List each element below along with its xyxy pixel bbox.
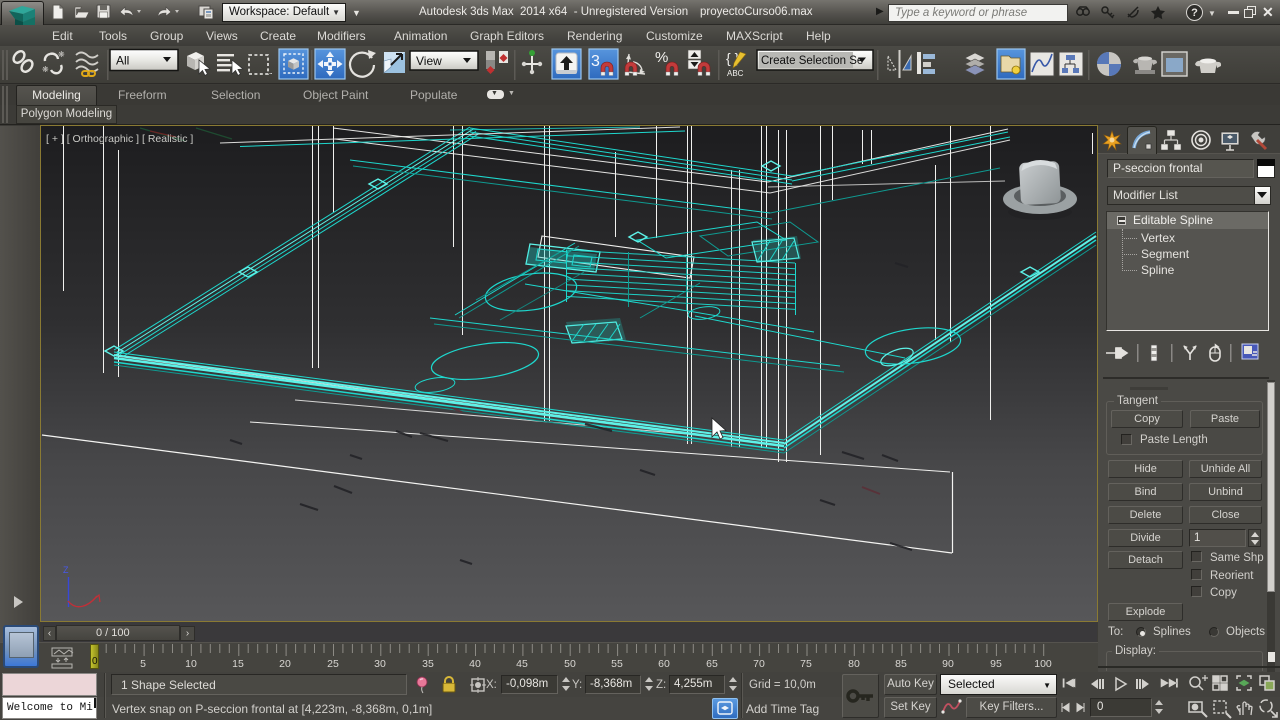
svg-text:60: 60 [658, 658, 670, 670]
svg-text:View: View [416, 54, 442, 68]
svg-text:55: 55 [611, 658, 623, 670]
svg-text:40: 40 [469, 658, 481, 670]
svg-text:65: 65 [706, 658, 718, 670]
svg-text:50: 50 [564, 658, 576, 670]
svg-text:70: 70 [753, 658, 765, 670]
svg-text:80: 80 [848, 658, 860, 670]
svg-text:90: 90 [942, 658, 954, 670]
svg-text:All: All [116, 54, 129, 68]
svg-text:15: 15 [232, 658, 244, 670]
svg-text:30: 30 [374, 658, 386, 670]
svg-text:85: 85 [895, 658, 907, 670]
svg-text:❋: ❋ [42, 65, 49, 74]
svg-text:3: 3 [591, 53, 600, 70]
svg-text:[ + ] [ Orthographic ] [ Reali: [ + ] [ Orthographic ] [ Realistic ] [46, 133, 193, 145]
svg-text:%: % [655, 49, 668, 66]
svg-text:ABC: ABC [727, 69, 744, 78]
svg-text:❋: ❋ [58, 50, 65, 59]
svg-text:10: 10 [185, 658, 197, 670]
svg-text:5: 5 [140, 658, 146, 670]
svg-text:95: 95 [990, 658, 1002, 670]
svg-text:45: 45 [516, 658, 528, 670]
svg-text:Create Selection Se: Create Selection Se [761, 55, 863, 67]
svg-text:100: 100 [1034, 658, 1052, 670]
svg-text:35: 35 [422, 658, 434, 670]
svg-text:Z: Z [63, 565, 69, 575]
svg-text:75: 75 [800, 658, 812, 670]
svg-text:25: 25 [327, 658, 339, 670]
svg-text:20: 20 [279, 658, 291, 670]
